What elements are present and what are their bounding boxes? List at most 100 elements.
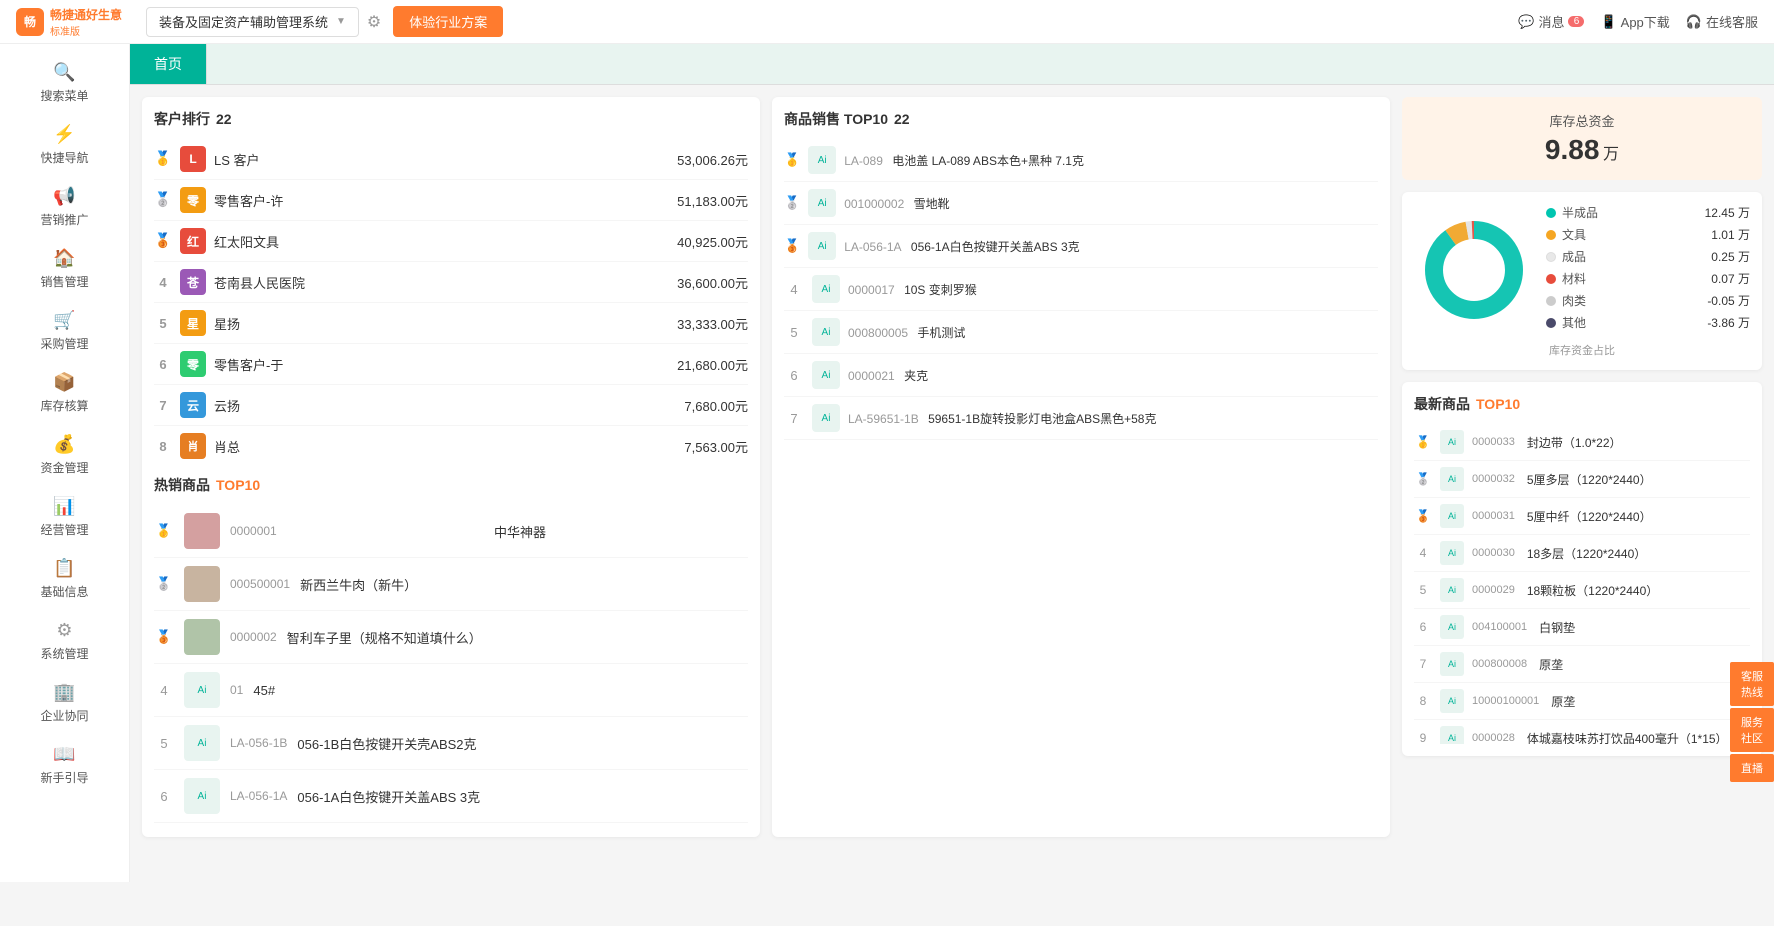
- logo-text: 畅捷通好生意 标准版: [50, 6, 122, 38]
- customer-value-7: 7,680.00元: [684, 396, 748, 415]
- legend-val-2: 1.01 万: [1711, 226, 1750, 243]
- logo-area: 畅 畅捷通好生意 标准版: [16, 6, 146, 38]
- legend-dot-4: [1546, 274, 1556, 284]
- online-service-button[interactable]: 🎧 在线客服: [1686, 12, 1758, 31]
- hot-rank-2: 🥈: [154, 576, 174, 592]
- rank-num-4: 4: [154, 275, 172, 290]
- latest-prod-item-6: 6 Ai 004100001 白钢垫: [1414, 609, 1750, 646]
- product-sales-list: 🥇 Ai LA-089 电池盖 LA-089 ABS本色+黑种 7.1克 🥈 A…: [784, 139, 1378, 440]
- sidebar-item-enterprise[interactable]: 🏢 企业协同: [0, 672, 129, 734]
- sidebar-label-basic: 基础信息: [40, 583, 88, 600]
- float-customer-service[interactable]: 客服 热线: [1730, 662, 1774, 706]
- prod-info-1: LA-089 电池盖 LA-089 ABS本色+黑种 7.1克: [844, 152, 1378, 169]
- hot-prod-name-6: 056-1A白色按键开关盖ABS 3克: [297, 787, 748, 806]
- hot-rank-1: 🥇: [154, 523, 174, 539]
- hot-products-title: 热销商品 TOP10: [154, 475, 260, 495]
- customer-rank-item-6: 6 零 零售客户-于 21,680.00元: [154, 344, 748, 385]
- hot-prod-icon-6: Ai: [184, 778, 220, 814]
- prod-rank-num-6: 6: [784, 368, 804, 383]
- prod-info-5: 000800005 手机测试: [848, 324, 1378, 341]
- hot-prod-name-5: 056-1B白色按键开关壳ABS2克: [297, 734, 748, 753]
- hot-rank-6: 6: [154, 789, 174, 804]
- hot-rank-5: 5: [154, 736, 174, 751]
- product-sales-card: 商品销售 TOP10 22 🥇 Ai LA-089 电池盖 LA-089 ABS…: [772, 97, 1390, 837]
- legend-dot-1: [1546, 208, 1556, 218]
- prod-icon-4: Ai: [812, 275, 840, 303]
- customer-value-3: 40,925.00元: [677, 232, 748, 251]
- content-grid: 客户排行 22 🥇 L LS 客户 53,006.26元 🥈 零 零售客户-许: [130, 85, 1774, 849]
- hot-rank-3: 🥉: [154, 629, 174, 645]
- legend-label-1: 半成品: [1562, 204, 1699, 221]
- hot-prod-item-3: 🥉 0000002 智利车子里（规格不知道填什么）: [154, 611, 748, 664]
- trial-button[interactable]: 体验行业方案: [393, 6, 503, 37]
- float-community[interactable]: 服务 社区: [1730, 708, 1774, 752]
- sidebar-item-marketing[interactable]: 📢 营销推广: [0, 176, 129, 238]
- sidebar-item-system[interactable]: ⚙ 系统管理: [0, 610, 129, 672]
- sidebar-item-finance[interactable]: 💰 资金管理: [0, 424, 129, 486]
- sidebar-item-sales[interactable]: 🏠 销售管理: [0, 238, 129, 300]
- sales-icon: 🏠: [53, 248, 75, 269]
- hot-prod-item-5: 5 Ai LA-056-1B 056-1B白色按键开关壳ABS2克: [154, 717, 748, 770]
- sidebar-item-basic[interactable]: 📋 基础信息: [0, 548, 129, 610]
- latest-rank-1: 🥇: [1414, 435, 1432, 449]
- customer-avatar-7: 云: [180, 392, 206, 418]
- float-live[interactable]: 直播: [1730, 754, 1774, 782]
- legend-val-5: -0.05 万: [1707, 292, 1750, 309]
- legend-label-6: 其他: [1562, 314, 1701, 331]
- latest-prod-icon-4: Ai: [1440, 541, 1464, 565]
- chart-section: 半成品 12.45 万 文具 1.01 万 成品 0: [1402, 192, 1762, 370]
- inventory-title: 库存总资金: [1418, 111, 1746, 130]
- latest-products-list: 🥇 Ai 0000033 封边带（1.0*22） 🥈 Ai 0000032 5厘…: [1414, 424, 1750, 744]
- legend-item-4: 材料 0.07 万: [1546, 270, 1750, 287]
- latest-prod-icon-9: Ai: [1440, 726, 1464, 744]
- latest-name-8: 原垄: [1551, 693, 1750, 710]
- medal-gold-icon: 🥇: [154, 150, 172, 168]
- sidebar-label-marketing: 营销推广: [40, 211, 88, 228]
- finance-icon: 💰: [53, 434, 75, 455]
- sidebar-item-nav[interactable]: ⚡ 快捷导航: [0, 114, 129, 176]
- sidebar-item-purchase[interactable]: 🛒 采购管理: [0, 300, 129, 362]
- prod-rank-num-7: 7: [784, 411, 804, 426]
- message-button[interactable]: 💬 消息 6: [1518, 12, 1584, 31]
- system-selector[interactable]: 装备及固定资产辅助管理系统 ▼: [146, 7, 359, 37]
- customer-name-1: LS 客户: [214, 150, 669, 169]
- customer-rank-item-7: 7 云 云扬 7,680.00元: [154, 385, 748, 426]
- legend-item-2: 文具 1.01 万: [1546, 226, 1750, 243]
- marketing-icon: 📢: [53, 186, 75, 207]
- customer-ranking-title: 客户排行 22: [154, 109, 232, 129]
- latest-code-3: 0000031: [1472, 510, 1515, 522]
- latest-prod-item-3: 🥉 Ai 0000031 5厘中纤（1220*2440）: [1414, 498, 1750, 535]
- hot-products-list: 🥇 0000001 中华神器 🥈 000500001 新西兰牛肉（新牛）: [154, 505, 748, 825]
- settings-icon[interactable]: ⚙: [367, 12, 381, 32]
- sidebar-item-search[interactable]: 🔍 搜索菜单: [0, 52, 129, 114]
- hot-prod-img-1: [184, 513, 220, 549]
- prod-rank-item-5: 5 Ai 000800005 手机测试: [784, 311, 1378, 354]
- legend-val-3: 0.25 万: [1711, 248, 1750, 265]
- hot-prod-name-3: 智利车子里（规格不知道填什么）: [287, 628, 748, 647]
- customer-name-4: 苍南县人民医院: [214, 273, 669, 292]
- chart-subtitle: 库存资金占比: [1414, 342, 1750, 358]
- tab-home[interactable]: 首页: [130, 44, 207, 84]
- prod-rank-item-7: 7 Ai LA-59651-1B 59651-1B旋转投影灯电池盒ABS黑色+5…: [784, 397, 1378, 440]
- prod-medal-2: 🥈: [784, 195, 800, 211]
- latest-prod-icon-7: Ai: [1440, 652, 1464, 676]
- sidebar-item-guide[interactable]: 📖 新手引导: [0, 734, 129, 796]
- latest-rank-9: 9: [1414, 731, 1432, 744]
- sidebar-label-inventory: 库存核算: [40, 397, 88, 414]
- legend-item-3: 成品 0.25 万: [1546, 248, 1750, 265]
- prod-icon-3: Ai: [808, 232, 836, 260]
- customer-rank-item-2: 🥈 零 零售客户-许 51,183.00元: [154, 180, 748, 221]
- customer-ranking-header: 客户排行 22: [154, 109, 748, 129]
- hot-prod-name-1: 中华神器: [494, 522, 748, 541]
- sidebar-item-operation[interactable]: 📊 经营管理: [0, 486, 129, 548]
- latest-prod-icon-8: Ai: [1440, 689, 1464, 713]
- latest-prod-item-1: 🥇 Ai 0000033 封边带（1.0*22）: [1414, 424, 1750, 461]
- latest-name-3: 5厘中纤（1220*2440）: [1527, 508, 1750, 525]
- prod-rank-item-2: 🥈 Ai 001000002 雪地靴: [784, 182, 1378, 225]
- sidebar-item-inventory[interactable]: 📦 库存核算: [0, 362, 129, 424]
- app-download-button[interactable]: 📱 App下载: [1600, 12, 1669, 31]
- prod-medal-1: 🥇: [784, 152, 800, 168]
- customer-ranking-card: 客户排行 22 🥇 L LS 客户 53,006.26元 🥈 零 零售客户-许: [142, 97, 760, 837]
- customer-name-3: 红太阳文具: [214, 232, 669, 251]
- latest-prod-item-7: 7 Ai 000800008 原垄: [1414, 646, 1750, 683]
